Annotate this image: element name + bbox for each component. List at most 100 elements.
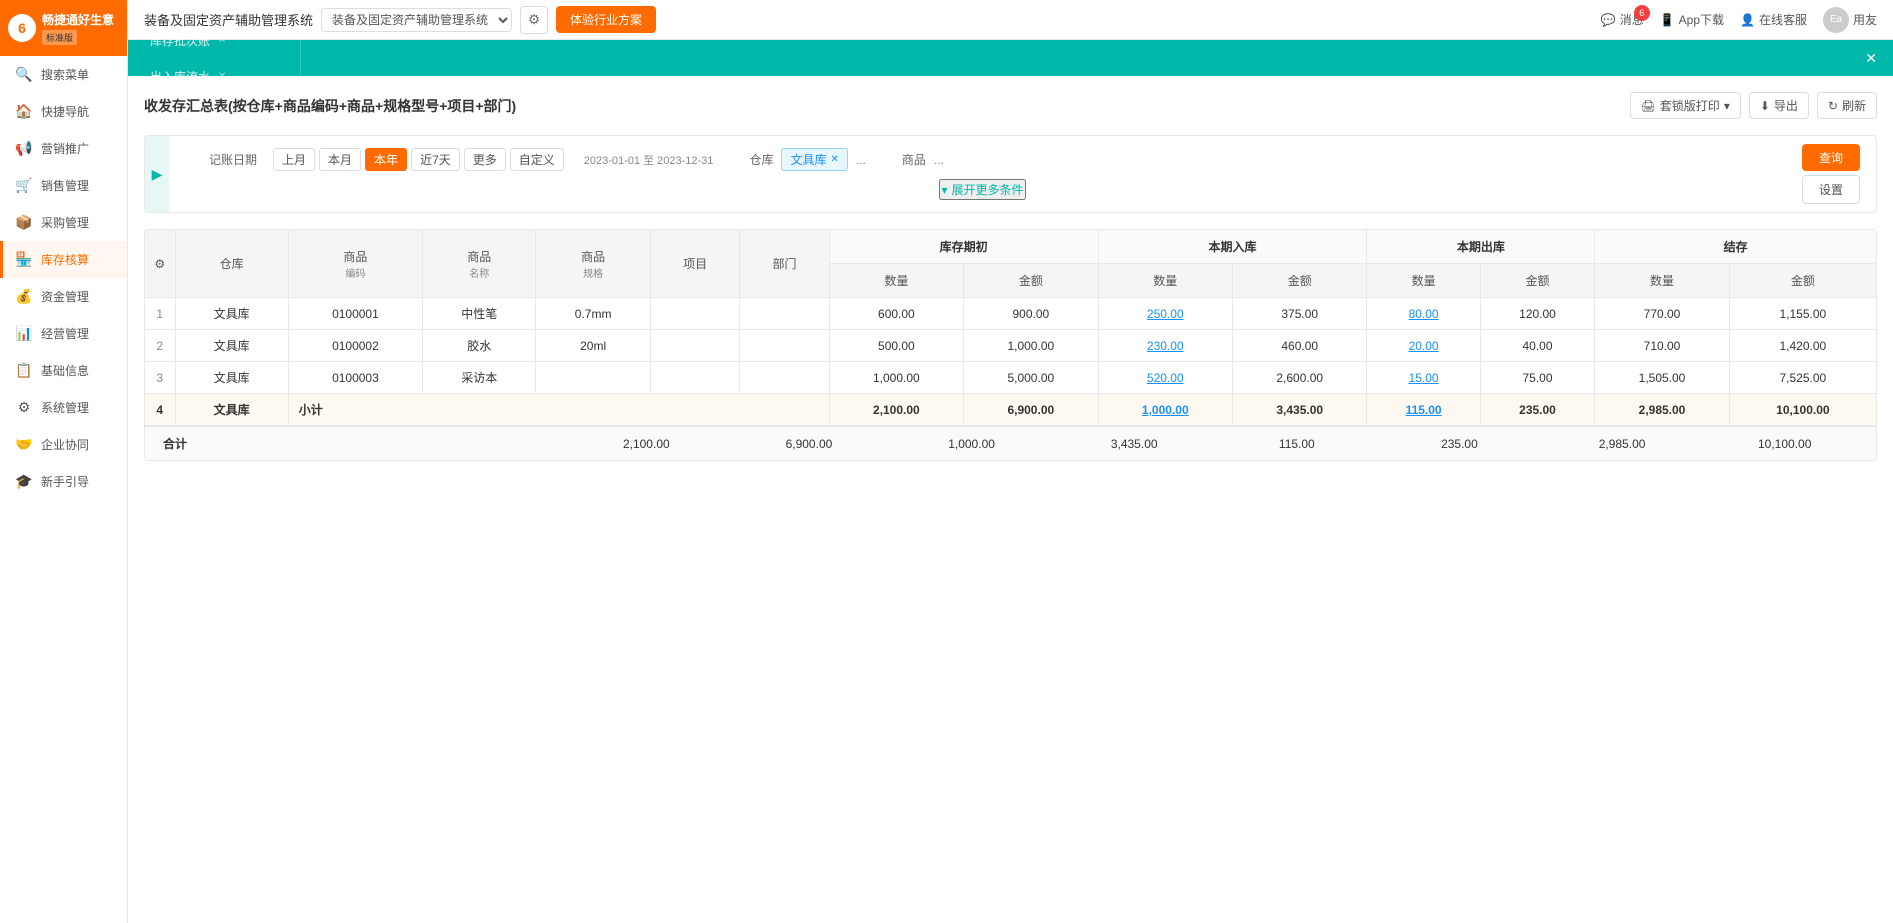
col-name-header: 商品名称 <box>423 230 536 298</box>
chevron-down-icon: ▾ <box>1724 99 1730 113</box>
total-open-qty: 2,100.00 <box>565 437 728 451</box>
col-warehouse-header: 仓库 <box>175 230 288 298</box>
sidebar-item-search[interactable]: 🔍 搜索菜单 <box>0 56 127 93</box>
sidebar-item-label: 企业协同 <box>41 436 89 453</box>
warehouse-more[interactable]: ... <box>856 153 866 167</box>
row-out-qty[interactable]: 20.00 <box>1367 330 1480 362</box>
sidebar-item-purchase[interactable]: 📦采购管理 <box>0 204 127 241</box>
sidebar-logo-text: 畅捷通好生意 标准版 <box>42 11 114 45</box>
refresh-button[interactable]: ↻ 刷新 <box>1817 92 1877 119</box>
row-warehouse: 文具库 <box>175 330 288 362</box>
online-service-item[interactable]: 👤 在线客服 <box>1740 11 1807 28</box>
sidebar-item-sales[interactable]: 🛒销售管理 <box>0 167 127 204</box>
date-btn-更多[interactable]: 更多 <box>464 148 506 171</box>
filter-actions: 查询 设置 <box>1802 144 1860 204</box>
tabs-close-button[interactable]: ✕ <box>1857 50 1885 67</box>
expand-button[interactable]: ▾ 展开更多条件 <box>939 179 1025 200</box>
sidebar-item-label: 新手引导 <box>41 473 89 490</box>
sidebar-item-basic[interactable]: 📋基础信息 <box>0 352 127 389</box>
row-num: 2 <box>145 330 175 362</box>
page-title-row: 收发存汇总表(按仓库+商品编码+商品+规格型号+项目+部门) 🖨 套锁版打印 ▾… <box>144 92 1877 119</box>
row-bal-qty: 710.00 <box>1595 330 1729 362</box>
total-in-qty: 1,000.00 <box>890 437 1053 451</box>
topbar-right: 💬 消息 6 📱 App下载 👤 在线客服 Ea 用友 <box>1601 7 1877 33</box>
tab-close-icon[interactable]: ✕ <box>218 107 226 118</box>
row-spec: 0.7mm <box>536 298 651 330</box>
row-in-qty[interactable]: 230.00 <box>1098 330 1232 362</box>
subtotal-open-amt: 6,900.00 <box>964 394 1098 426</box>
filter-toggle-arrow[interactable]: ▶ <box>145 136 169 212</box>
row-name: 胶水 <box>423 330 536 362</box>
sidebar-item-guide[interactable]: 🎓新手引导 <box>0 463 127 500</box>
col-out-header: 本期出库 <box>1367 230 1595 264</box>
total-open-amt: 6,900.00 <box>728 437 891 451</box>
subtotal-out-qty[interactable]: 115.00 <box>1367 394 1480 426</box>
filter-row-1: 记账日期 上月本月本年近7天更多自定义 2023-01-01 至 2023-12… <box>209 148 1756 171</box>
app-logo-icon: 6 <box>8 14 36 42</box>
sidebar-item-quick[interactable]: 🏠快捷导航 <box>0 93 127 130</box>
row-spec: 20ml <box>536 330 651 362</box>
date-btn-近7天[interactable]: 近7天 <box>411 148 460 171</box>
date-btn-本年[interactable]: 本年 <box>365 148 407 171</box>
date-group: 上月本月本年近7天更多自定义 <box>273 148 564 171</box>
sidebar-item-finance[interactable]: 💰资金管理 <box>0 278 127 315</box>
col-settings-header[interactable]: ⚙ <box>145 230 175 298</box>
row-num: 3 <box>145 362 175 394</box>
trial-button[interactable]: 体验行业方案 <box>556 6 656 33</box>
total-label: 合计 <box>155 435 565 452</box>
goods-placeholder[interactable]: ... <box>934 153 944 167</box>
sidebar-item-marketing[interactable]: 📢营销推广 <box>0 130 127 167</box>
date-btn-自定义[interactable]: 自定义 <box>510 148 564 171</box>
search-nav-icon: 🔍 <box>15 66 33 83</box>
sidebar-logo-badge: 标准版 <box>42 30 77 45</box>
print-button[interactable]: 🖨 套锁版打印 ▾ <box>1630 92 1741 119</box>
export-button[interactable]: ⬇ 导出 <box>1749 92 1809 119</box>
sidebar-item-collab[interactable]: 🤝企业协同 <box>0 426 127 463</box>
total-values: 2,100.00 6,900.00 1,000.00 3,435.00 115.… <box>565 437 1866 451</box>
table-row: 3 文具库 0100003 采访本 1,000.00 5,000.00 520.… <box>145 362 1876 394</box>
subtotal-in-qty[interactable]: 1,000.00 <box>1098 394 1232 426</box>
tab-现存量库存分布表[interactable]: 现存量（库存分布表） ✕ <box>136 0 301 22</box>
warehouse-tag[interactable]: 文具库 ✕ <box>781 148 847 171</box>
tab-close-icon[interactable]: ✕ <box>218 71 226 82</box>
sidebar-item-inventory[interactable]: 🏪库存核算 <box>0 241 127 278</box>
tab-close-icon[interactable]: ✕ <box>218 35 226 46</box>
warehouse-tag-close[interactable]: ✕ <box>830 154 838 165</box>
col-open-qty-header: 数量 <box>829 264 963 298</box>
tab-close-icon[interactable]: ✕ <box>278 0 286 10</box>
row-code: 0100003 <box>288 362 422 394</box>
message-item[interactable]: 💬 消息 6 <box>1601 11 1644 28</box>
col-out-amt-header: 金额 <box>1480 264 1595 298</box>
subtotal-warehouse: 文具库 <box>175 394 288 426</box>
date-btn-上月[interactable]: 上月 <box>273 148 315 171</box>
sidebar-item-system[interactable]: ⚙系统管理 <box>0 389 127 426</box>
total-out-qty: 115.00 <box>1216 437 1379 451</box>
user-item[interactable]: Ea 用友 <box>1823 7 1877 33</box>
online-service-label: 在线客服 <box>1759 11 1807 28</box>
tab-label: 现存量（库存分布表） <box>150 0 270 13</box>
query-button[interactable]: 查询 <box>1802 144 1860 171</box>
goods-label: 商品 <box>902 151 926 168</box>
expand-icon: ▾ <box>941 183 947 197</box>
col-in-qty-header: 数量 <box>1098 264 1232 298</box>
app-download-item[interactable]: 📱 App下载 <box>1660 11 1724 28</box>
settings-button[interactable]: ⚙ <box>520 6 548 34</box>
filter-content: 记账日期 上月本月本年近7天更多自定义 2023-01-01 至 2023-12… <box>185 148 1756 200</box>
row-in-qty[interactable]: 520.00 <box>1098 362 1232 394</box>
system-select[interactable]: 装备及固定资产辅助管理系统 <box>321 8 512 32</box>
date-btn-本月[interactable]: 本月 <box>319 148 361 171</box>
sidebar-logo: 6 畅捷通好生意 标准版 <box>0 0 127 56</box>
filter-setting-button[interactable]: 设置 <box>1802 175 1860 204</box>
goods-filter: 商品 ... <box>902 151 944 168</box>
sidebar-item-operations[interactable]: 📊经营管理 <box>0 315 127 352</box>
row-out-amt: 40.00 <box>1480 330 1595 362</box>
sidebar-item-label: 搜索菜单 <box>41 66 89 83</box>
tab-库存批次账[interactable]: 库存批次账✕ <box>136 22 301 58</box>
row-in-qty[interactable]: 250.00 <box>1098 298 1232 330</box>
user-label: 用友 <box>1853 11 1877 28</box>
total-row: 合计 2,100.00 6,900.00 1,000.00 3,435.00 1… <box>145 425 1876 460</box>
row-out-qty[interactable]: 15.00 <box>1367 362 1480 394</box>
phone-icon: 📱 <box>1660 13 1675 27</box>
row-out-qty[interactable]: 80.00 <box>1367 298 1480 330</box>
system-nav-icon: ⚙ <box>15 399 33 416</box>
